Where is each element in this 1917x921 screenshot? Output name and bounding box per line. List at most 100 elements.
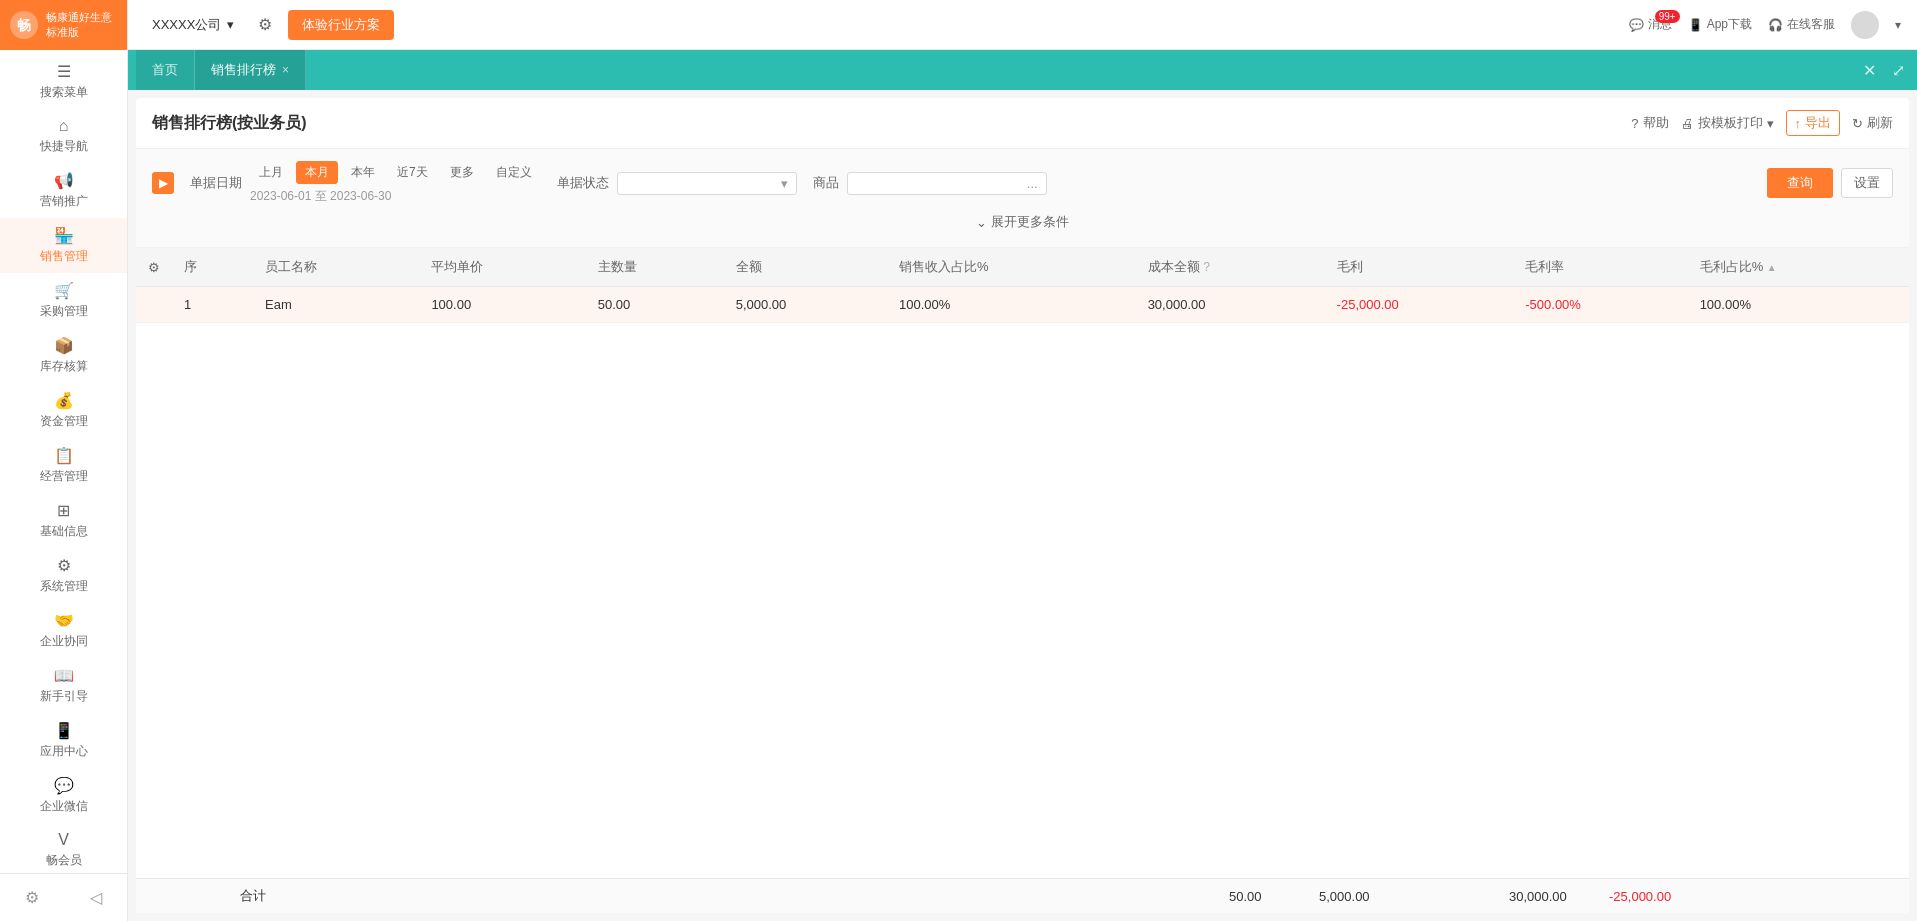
refresh-btn[interactable]: ↻ 刷新 bbox=[1852, 114, 1893, 132]
expand-down-icon: ⌄ bbox=[976, 215, 987, 230]
page-header: 销售排行榜(按业务员) ? 帮助 🖨 按模板打印 ▾ ↑ 导出 bbox=[136, 98, 1909, 149]
sidebar-item-wechat[interactable]: 💬企业微信 bbox=[0, 768, 127, 823]
gross-pct-sort-icon[interactable]: ▲ bbox=[1767, 262, 1777, 273]
sidebar-label-guide: 新手引导 bbox=[40, 688, 88, 705]
table-header-row: ⚙ 序 员工名称 平均单价 主数量 全额 销售收入占比% 成本全额 ? 毛利 毛… bbox=[136, 248, 1909, 287]
sidebar-item-search[interactable]: ☰ 搜索菜单 bbox=[0, 54, 127, 109]
sidebar-item-enterprise[interactable]: 🤝企业协同 bbox=[0, 603, 127, 658]
filter-expand-arrow[interactable]: ▶ bbox=[152, 172, 174, 194]
help-btn[interactable]: ? 帮助 bbox=[1631, 114, 1668, 132]
status-select[interactable]: ▾ bbox=[617, 172, 797, 195]
date-tab-7days[interactable]: 近7天 bbox=[388, 161, 437, 184]
th-gross-rate: 毛利率 bbox=[1513, 248, 1687, 287]
tab-sales-ranking[interactable]: 销售排行榜 × bbox=[195, 50, 306, 90]
app-download-btn[interactable]: 📱 App下载 bbox=[1688, 16, 1752, 33]
sidebar-bottom: ⚙ ◁ bbox=[0, 873, 127, 921]
cell-cost: 30,000.00 bbox=[1136, 287, 1325, 323]
tab-close-window-btn[interactable]: ✕ bbox=[1859, 57, 1880, 84]
query-button[interactable]: 查询 bbox=[1767, 168, 1833, 198]
expand-more-label: 展开更多条件 bbox=[991, 213, 1069, 231]
user-name[interactable]: ▾ bbox=[1895, 18, 1901, 32]
sidebar-label-app-center: 应用中心 bbox=[40, 743, 88, 760]
sales-ranking-tab-label: 销售排行榜 bbox=[211, 61, 276, 79]
online-service-btn[interactable]: 🎧 在线客服 bbox=[1768, 16, 1835, 33]
template-print-label: 按模板打印 bbox=[1698, 114, 1763, 132]
sidebar-icon-quick-nav: ⌂ bbox=[59, 117, 69, 135]
refresh-label: 刷新 bbox=[1867, 114, 1893, 132]
help-label: 帮助 bbox=[1643, 114, 1669, 132]
company-dropdown-icon: ▾ bbox=[227, 17, 234, 32]
cell-amount: 5,000.00 bbox=[724, 287, 887, 323]
print-icon: 🖨 bbox=[1681, 116, 1694, 131]
sidebar-item-guide[interactable]: 📖 新手引导 bbox=[0, 658, 127, 713]
template-print-btn[interactable]: 🖨 按模板打印 ▾ bbox=[1681, 114, 1774, 132]
sidebar-item-marketing[interactable]: 📢营销推广 bbox=[0, 163, 127, 218]
th-rank: 序 bbox=[172, 248, 253, 287]
sidebar-settings-btn[interactable]: ⚙ bbox=[21, 884, 43, 911]
sidebar-icon-enterprise: 🤝 bbox=[54, 611, 74, 630]
date-tab-current-month[interactable]: 本月 bbox=[296, 161, 338, 184]
cost-help-icon[interactable]: ? bbox=[1203, 260, 1210, 274]
sidebar-icon-finance: 💰 bbox=[54, 391, 74, 410]
sidebar-item-basic[interactable]: ⊞基础信息 bbox=[0, 493, 127, 548]
th-settings[interactable]: ⚙ bbox=[136, 248, 172, 287]
footer-cost: 30,000.00 bbox=[1497, 889, 1597, 904]
export-label: 导出 bbox=[1805, 114, 1831, 132]
user-avatar[interactable] bbox=[1851, 11, 1879, 39]
sidebar-label-finance: 资金管理 bbox=[40, 413, 88, 430]
tab-home[interactable]: 首页 bbox=[136, 50, 195, 90]
sidebar-item-app-center[interactable]: 📱应用中心 bbox=[0, 713, 127, 768]
th-avg-price: 平均单价 bbox=[419, 248, 585, 287]
app-download-label: App下载 bbox=[1707, 16, 1752, 33]
app-download-icon: 📱 bbox=[1688, 18, 1703, 32]
header-right: 💬 消息 99+ 📱 App下载 🎧 在线客服 ▾ bbox=[1629, 11, 1901, 39]
refresh-icon: ↻ bbox=[1852, 116, 1863, 131]
message-btn[interactable]: 💬 消息 99+ bbox=[1629, 16, 1672, 33]
logo: 畅 畅康通好生意 标准版 bbox=[0, 0, 127, 50]
date-tab-prev-month[interactable]: 上月 bbox=[250, 161, 292, 184]
goods-input-more-icon: ... bbox=[1027, 176, 1038, 191]
export-icon: ↑ bbox=[1795, 116, 1802, 131]
sidebar-collapse-btn[interactable]: ◁ bbox=[86, 884, 106, 911]
sidebar-item-inventory[interactable]: 📦库存核算 bbox=[0, 328, 127, 383]
sidebar-label-operations: 经营管理 bbox=[40, 468, 88, 485]
sidebar: 畅 畅康通好生意 标准版 ☰ 搜索菜单 ⌂快捷导航📢营销推广 🏪 销售管理 🛒采购管理📦库… bbox=[0, 0, 128, 921]
sidebar-label-search: 搜索菜单 bbox=[40, 84, 88, 101]
sidebar-icon-search: ☰ bbox=[57, 62, 71, 81]
cell-gross: -25,000.00 bbox=[1325, 287, 1514, 323]
sidebar-label-sales: 销售管理 bbox=[40, 248, 88, 265]
sidebar-item-finance[interactable]: 💰 资金管理 bbox=[0, 383, 127, 438]
settings-gear-btn[interactable]: ⚙ bbox=[254, 11, 276, 38]
date-tab-custom[interactable]: 自定义 bbox=[487, 161, 541, 184]
tab-close-btn[interactable]: × bbox=[282, 63, 289, 77]
page-title: 销售排行榜(按业务员) bbox=[152, 113, 307, 134]
sidebar-icon-sales: 🏪 bbox=[54, 226, 74, 245]
sidebar-item-operations[interactable]: 📋经营管理 bbox=[0, 438, 127, 493]
status-select-arrow: ▾ bbox=[781, 176, 788, 191]
footer-amount: 5,000.00 bbox=[1307, 889, 1397, 904]
help-icon: ? bbox=[1631, 116, 1638, 131]
message-badge: 99+ bbox=[1655, 10, 1680, 23]
sidebar-item-quick-nav[interactable]: ⌂快捷导航 bbox=[0, 109, 127, 163]
sidebar-icon-wechat: 💬 bbox=[54, 776, 74, 795]
goods-input[interactable]: ... bbox=[847, 172, 1047, 195]
export-btn[interactable]: ↑ 导出 bbox=[1786, 110, 1841, 136]
online-service-label: 在线客服 bbox=[1787, 16, 1835, 33]
sidebar-item-sales[interactable]: 🏪 销售管理 bbox=[0, 218, 127, 273]
sidebar-icon-guide: 📖 bbox=[54, 666, 74, 685]
sidebar-item-system[interactable]: ⚙系统管理 bbox=[0, 548, 127, 603]
filter-settings-button[interactable]: 设置 bbox=[1841, 168, 1893, 198]
tab-maximize-btn[interactable]: ⤢ bbox=[1888, 57, 1909, 84]
sidebar-menu: ☰ 搜索菜单 ⌂快捷导航📢营销推广 🏪 销售管理 🛒采购管理📦库存核算 💰 资金管理 📋经营管理… bbox=[0, 50, 127, 873]
sidebar-item-purchase[interactable]: 🛒采购管理 bbox=[0, 273, 127, 328]
expand-more-btn[interactable]: ⌄ 展开更多条件 bbox=[152, 209, 1893, 235]
message-icon: 💬 bbox=[1629, 18, 1644, 32]
trial-button[interactable]: 体验行业方案 bbox=[288, 10, 394, 40]
company-selector[interactable]: XXXXX公司 ▾ bbox=[144, 12, 242, 38]
date-tab-more[interactable]: 更多 bbox=[441, 161, 483, 184]
date-tab-current-year[interactable]: 本年 bbox=[342, 161, 384, 184]
sidebar-item-member[interactable]: V畅会员 bbox=[0, 823, 127, 873]
company-name: XXXXX公司 bbox=[152, 16, 221, 34]
date-filter-label: 单据日期 bbox=[190, 174, 242, 192]
th-name: 员工名称 bbox=[253, 248, 419, 287]
